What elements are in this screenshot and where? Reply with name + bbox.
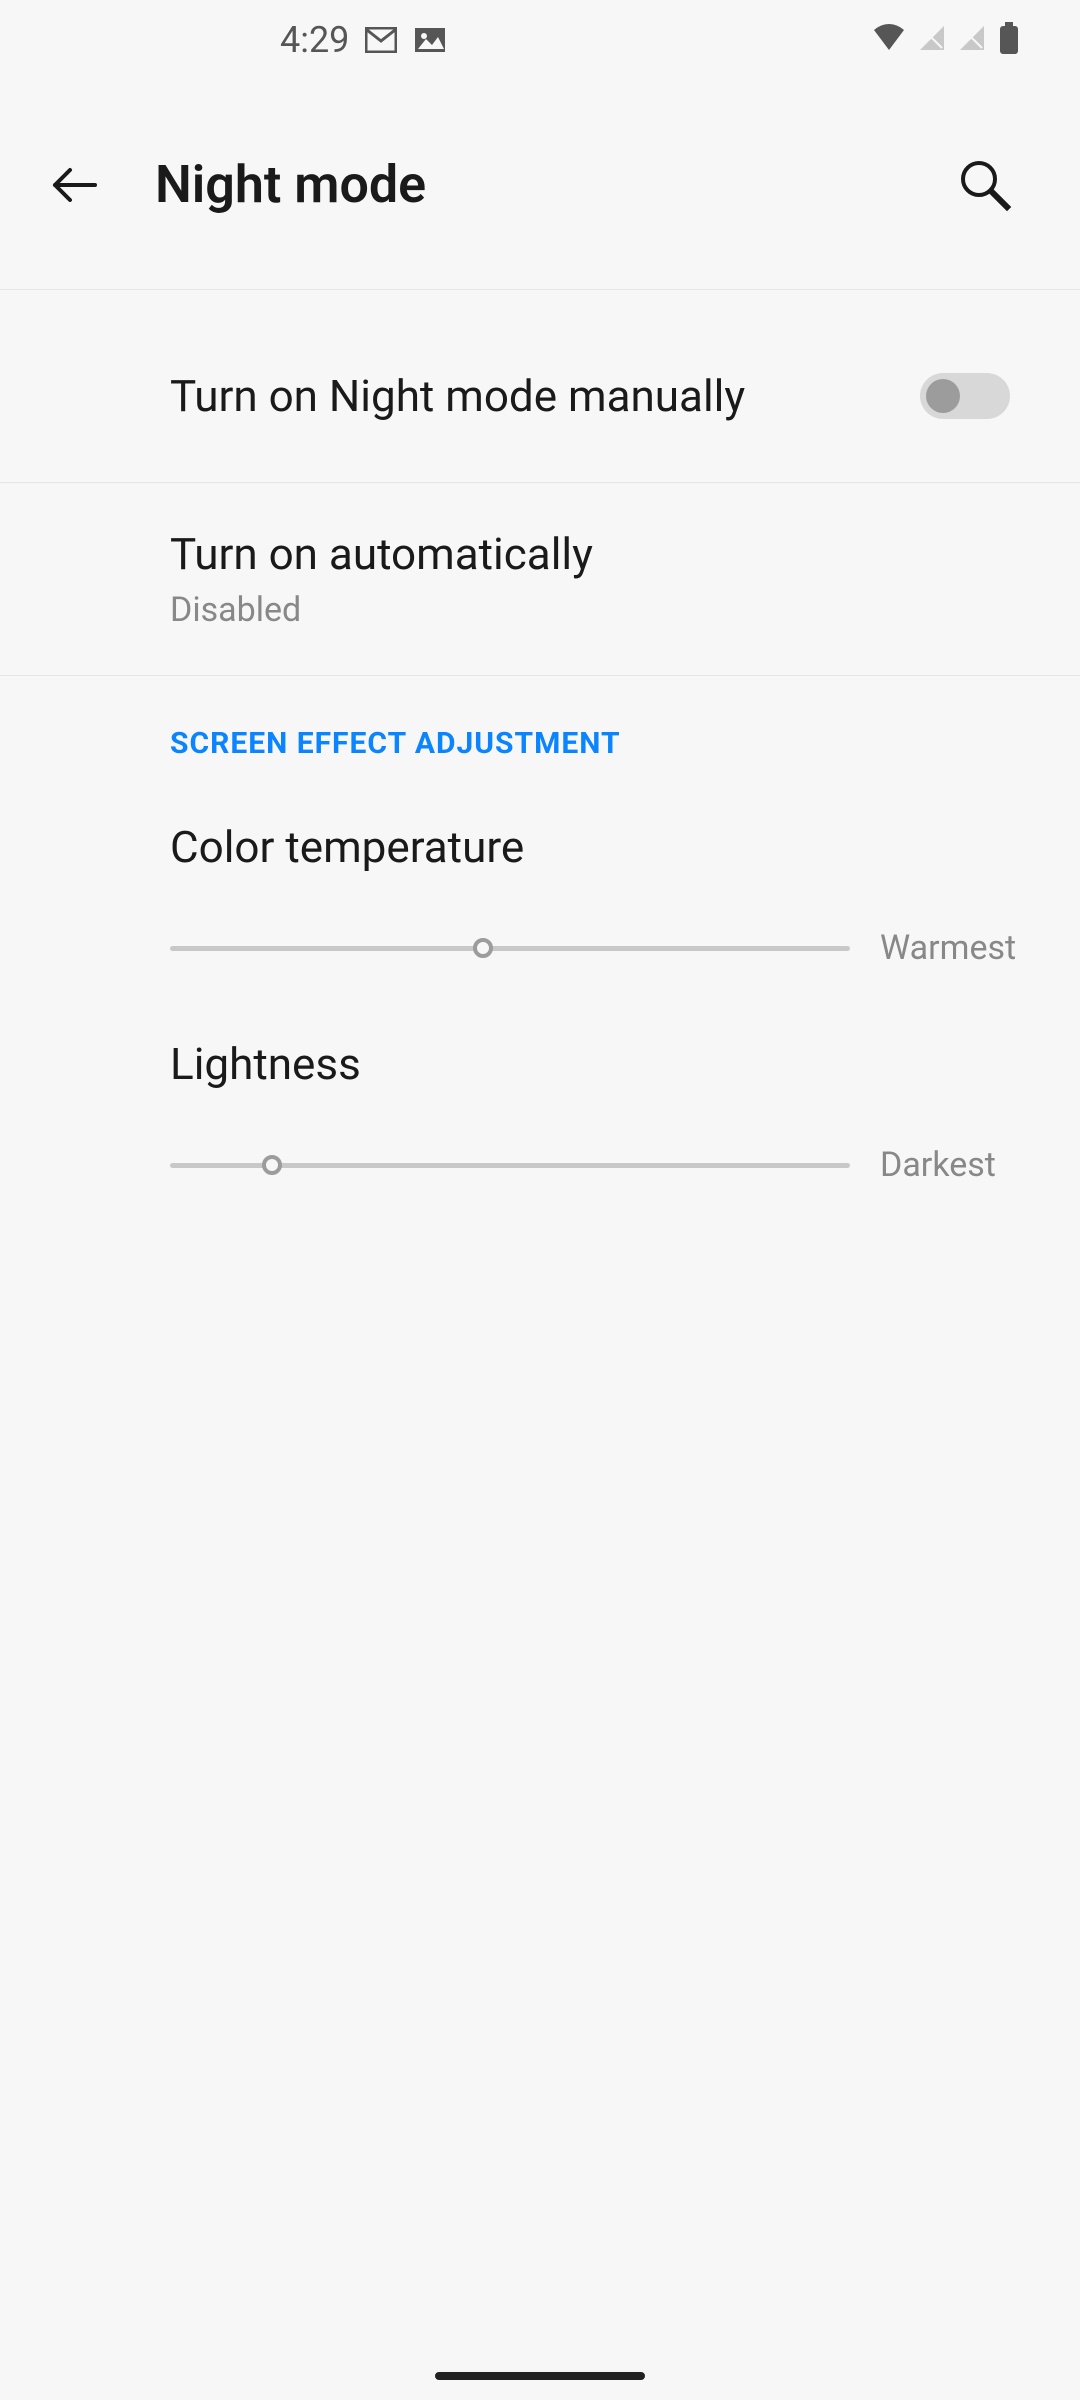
lightness-slider-row: Darkest <box>170 1145 1020 1185</box>
content: Turn on Night mode manually Turn on auto… <box>0 290 1080 1225</box>
page-title: Night mode <box>155 154 950 215</box>
night-mode-manual-toggle[interactable] <box>920 373 1010 419</box>
wifi-icon <box>872 24 906 56</box>
status-left: 4:29 <box>280 19 447 61</box>
turn-on-automatically-status: Disabled <box>170 590 301 630</box>
lightness-slider[interactable] <box>170 1163 850 1168</box>
signal-2-icon <box>958 24 986 56</box>
section-header: SCREEN EFFECT ADJUSTMENT <box>0 676 1080 791</box>
color-temperature-section: Color temperature Warmest <box>0 791 1080 1008</box>
color-temperature-thumb[interactable] <box>473 938 493 958</box>
picture-icon <box>413 26 447 54</box>
mail-icon <box>364 26 398 54</box>
turn-on-automatically-row[interactable]: Turn on automatically Disabled <box>0 483 1080 676</box>
signal-1-icon <box>918 24 946 56</box>
lightness-end-label: Darkest <box>880 1145 1020 1185</box>
battery-icon <box>998 22 1020 58</box>
header: Night mode <box>0 80 1080 290</box>
status-right <box>872 22 1020 58</box>
lightness-label: Lightness <box>170 1038 1020 1090</box>
color-temperature-slider-row: Warmest <box>170 928 1020 968</box>
toggle-thumb <box>926 379 960 413</box>
color-temperature-end-label: Warmest <box>880 928 1020 968</box>
lightness-thumb[interactable] <box>262 1155 282 1175</box>
back-button[interactable] <box>40 150 110 220</box>
night-mode-manual-label: Turn on Night mode manually <box>170 370 745 422</box>
lightness-section: Lightness Darkest <box>0 1008 1080 1225</box>
status-bar: 4:29 <box>0 0 1080 80</box>
search-button[interactable] <box>950 150 1020 220</box>
navigation-handle[interactable] <box>435 2372 645 2380</box>
turn-on-automatically-label: Turn on automatically <box>170 528 593 580</box>
search-icon <box>957 157 1013 213</box>
arrow-left-icon <box>50 165 100 205</box>
status-time: 4:29 <box>280 19 349 61</box>
color-temperature-slider[interactable] <box>170 946 850 951</box>
night-mode-manual-row[interactable]: Turn on Night mode manually <box>0 290 1080 483</box>
color-temperature-label: Color temperature <box>170 821 1020 873</box>
